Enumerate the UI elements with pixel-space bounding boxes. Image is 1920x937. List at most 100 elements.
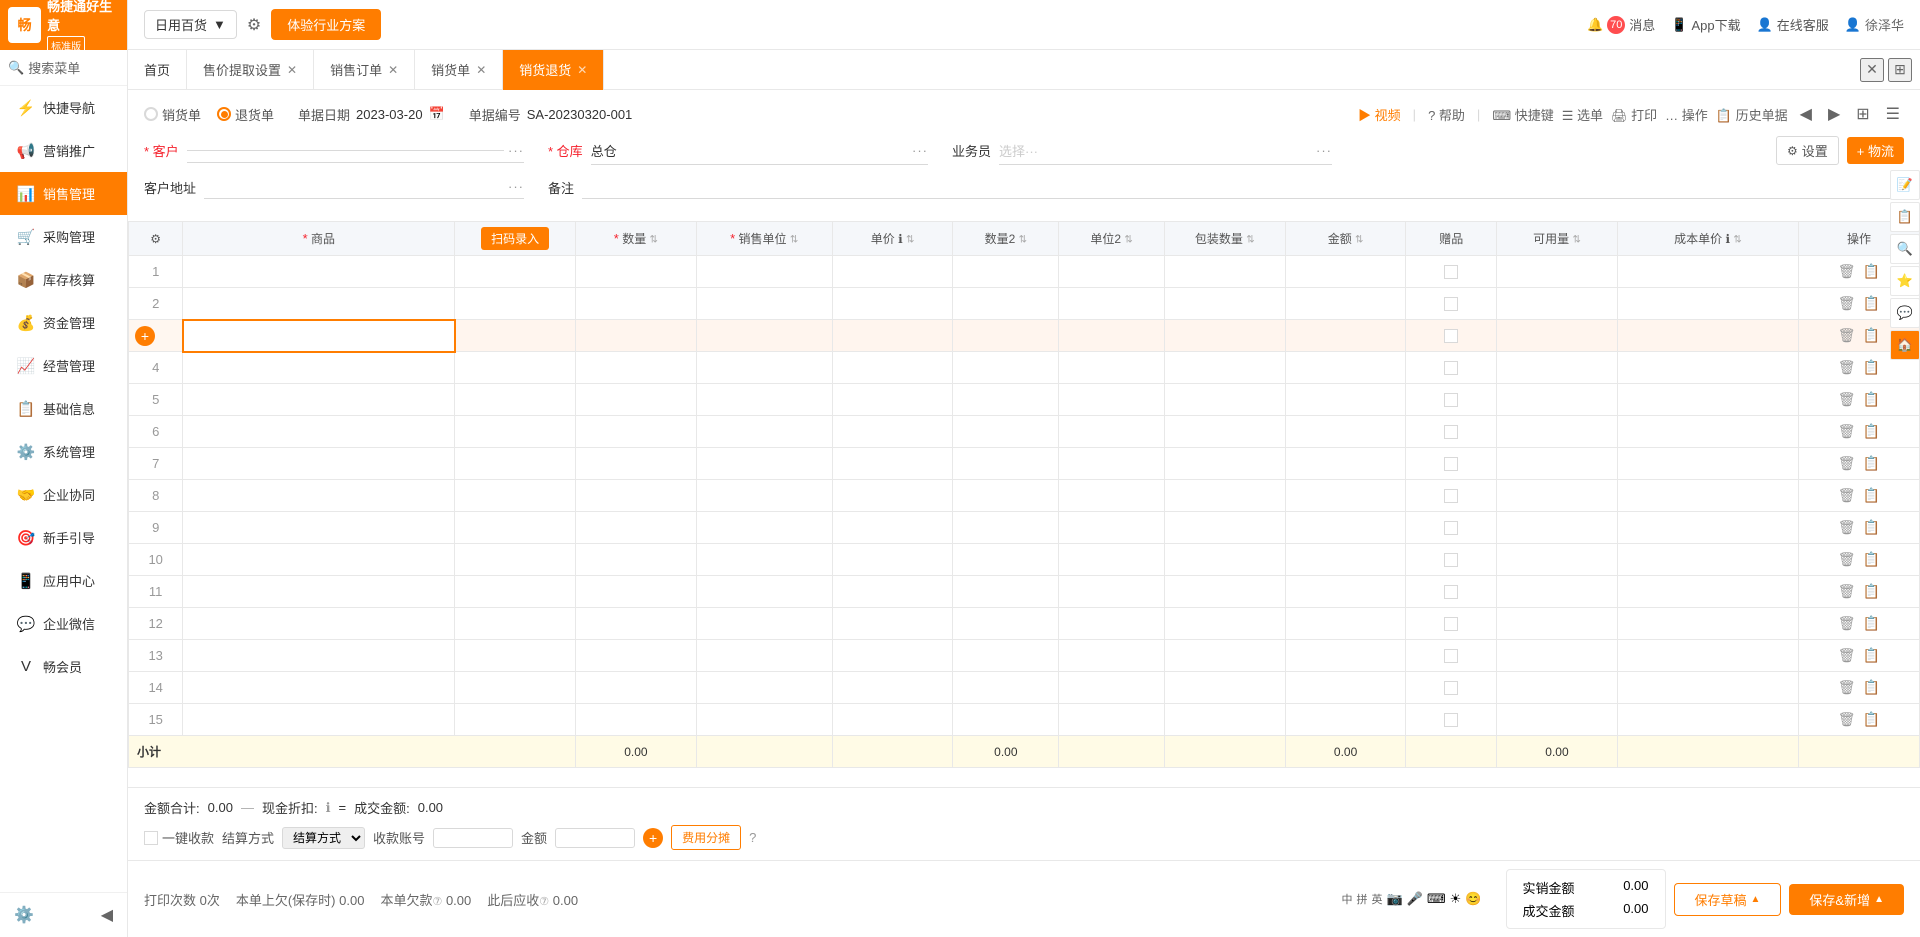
sidebar-item-system[interactable]: ⚙️ 系统管理: [0, 430, 127, 473]
toolbar-print[interactable]: 🖨 打印: [1611, 105, 1657, 124]
sidebar-item-basic[interactable]: 📋 基础信息: [0, 387, 127, 430]
remark-input[interactable]: [582, 175, 1904, 199]
settlement-method-select[interactable]: 结算方式: [282, 827, 365, 849]
user-menu[interactable]: 👤 徐泽华: [1845, 15, 1904, 34]
delete-row-button[interactable]: 🗑: [1836, 261, 1858, 282]
salesperson-input[interactable]: 选择··· ···: [999, 137, 1332, 165]
copy-row-button[interactable]: 📋: [1861, 645, 1882, 666]
sidebar-item-sales[interactable]: 📊 销售管理: [0, 172, 127, 215]
gift-checkbox[interactable]: [1444, 489, 1458, 503]
fee-split-button[interactable]: 费用分摊: [671, 825, 741, 850]
delete-row-button[interactable]: 🗑: [1836, 389, 1858, 410]
product-cell[interactable]: [183, 288, 455, 320]
sidebar-item-operation[interactable]: 📈 经营管理: [0, 344, 127, 387]
sidebar-item-shortcut[interactable]: ⚡ 快捷导航: [0, 86, 127, 129]
copy-row-button[interactable]: 📋: [1861, 325, 1882, 346]
toolbar-select[interactable]: ☰ 选单: [1562, 105, 1603, 124]
product-cell[interactable]: [183, 512, 455, 544]
copy-row-button[interactable]: 📋: [1861, 261, 1882, 282]
delete-row-button[interactable]: 🗑: [1836, 677, 1858, 698]
copy-row-button[interactable]: 📋: [1861, 709, 1882, 730]
gift-checkbox[interactable]: [1444, 617, 1458, 631]
sidebar-item-wechat[interactable]: 💬 企业微信: [0, 602, 127, 645]
delete-row-button[interactable]: 🗑: [1836, 613, 1858, 634]
sidebar-collapse-button[interactable]: ◀: [97, 903, 117, 927]
gift-checkbox[interactable]: [1444, 713, 1458, 727]
save-draft-button[interactable]: 保存草稿 ▲: [1674, 883, 1782, 916]
product-cell[interactable]: [183, 672, 455, 704]
tab-close-sales-return[interactable]: ✕: [577, 63, 587, 77]
copy-row-button[interactable]: 📋: [1861, 421, 1882, 442]
tab-close-price-settings[interactable]: ✕: [287, 63, 297, 77]
product-input[interactable]: [190, 329, 448, 343]
product-cell[interactable]: [183, 256, 455, 288]
online-service-button[interactable]: 👤 在线客服: [1757, 15, 1829, 34]
copy-row-button[interactable]: 📋: [1861, 581, 1882, 602]
product-cell[interactable]: [183, 480, 455, 512]
copy-row-button[interactable]: 📋: [1861, 613, 1882, 634]
copy-row-button[interactable]: 📋: [1861, 453, 1882, 474]
tab-close-sales-delivery[interactable]: ✕: [476, 63, 486, 77]
sidebar-item-member[interactable]: V 畅会员: [0, 645, 127, 688]
customer-input[interactable]: ···: [187, 139, 524, 163]
delete-row-button[interactable]: 🗑: [1836, 357, 1858, 378]
gift-checkbox[interactable]: [1444, 457, 1458, 471]
delete-row-button[interactable]: 🗑: [1836, 485, 1858, 506]
float-icon-4[interactable]: ⭐: [1890, 266, 1920, 296]
float-icon-3[interactable]: 🔍: [1890, 234, 1920, 264]
app-download-button[interactable]: 📱 App下载: [1671, 15, 1740, 34]
toolbar-operation[interactable]: … 操作: [1665, 105, 1708, 124]
add-logistics-button[interactable]: + 物流: [1847, 137, 1904, 164]
product-cell[interactable]: [183, 704, 455, 736]
toolbar-video[interactable]: ▶ 视频: [1358, 105, 1401, 124]
delete-row-button[interactable]: 🗑: [1836, 581, 1858, 602]
sidebar-item-enterprise[interactable]: 🤝 企业协同: [0, 473, 127, 516]
sidebar-item-finance[interactable]: 💰 资金管理: [0, 301, 127, 344]
toolbar-history[interactable]: 📋 历史单据: [1716, 105, 1788, 124]
toolbar-help[interactable]: ? 帮助: [1428, 105, 1465, 124]
search-menu-item[interactable]: 🔍 搜索菜单: [0, 50, 127, 86]
warehouse-input[interactable]: 总仓 ···: [591, 137, 928, 165]
settings-button[interactable]: ⚙ 设置: [1776, 136, 1839, 165]
copy-row-button[interactable]: 📋: [1861, 485, 1882, 506]
amount-input[interactable]: [555, 828, 635, 848]
customer-address-input[interactable]: ···: [204, 175, 524, 199]
toolbar-shortcut[interactable]: ⌨ 快捷键: [1492, 105, 1553, 124]
copy-row-button[interactable]: 📋: [1861, 677, 1882, 698]
delete-row-button[interactable]: 🗑: [1836, 645, 1858, 666]
copy-row-button[interactable]: 📋: [1861, 293, 1882, 314]
tab-sales-delivery[interactable]: 销货单 ✕: [415, 50, 503, 90]
next-record-button[interactable]: ▶: [1824, 102, 1844, 126]
delete-row-button[interactable]: 🗑: [1836, 325, 1858, 346]
tab-sales-return[interactable]: 销货退货 ✕: [503, 50, 604, 90]
tab-price-settings[interactable]: 售价提取设置 ✕: [187, 50, 314, 90]
float-icon-5[interactable]: 💬: [1890, 298, 1920, 328]
tab-close-sales-order[interactable]: ✕: [388, 63, 398, 77]
calendar-icon[interactable]: 📅: [429, 106, 445, 122]
copy-row-button[interactable]: 📋: [1861, 357, 1882, 378]
product-cell[interactable]: [183, 416, 455, 448]
tab-home[interactable]: 首页: [128, 50, 187, 90]
sidebar-item-inventory[interactable]: 📦 库存核算: [0, 258, 127, 301]
radio-sales[interactable]: 销货单: [144, 105, 201, 124]
save-new-button[interactable]: 保存&新增 ▲: [1789, 884, 1904, 915]
prev-record-button[interactable]: ◀: [1796, 102, 1816, 126]
payment-checkbox[interactable]: [144, 831, 158, 845]
col-settings[interactable]: ⚙: [129, 222, 183, 256]
close-all-tabs-button[interactable]: ✕: [1860, 58, 1884, 82]
gift-checkbox[interactable]: [1444, 681, 1458, 695]
add-row-cell[interactable]: +: [129, 320, 183, 352]
one-click-payment-checkbox[interactable]: 一键收款: [144, 828, 214, 847]
message-button[interactable]: 🔔 70 消息: [1587, 15, 1655, 34]
delete-row-button[interactable]: 🗑: [1836, 709, 1858, 730]
gift-checkbox[interactable]: [1444, 329, 1458, 343]
gift-checkbox[interactable]: [1444, 297, 1458, 311]
sidebar-item-newbie[interactable]: 🎯 新手引导: [0, 516, 127, 559]
cash-discount-info[interactable]: ℹ: [326, 800, 331, 816]
gift-checkbox[interactable]: [1444, 553, 1458, 567]
sidebar-item-marketing[interactable]: 📢 营销推广: [0, 129, 127, 172]
copy-row-button[interactable]: 📋: [1861, 389, 1882, 410]
sidebar-item-apps[interactable]: 📱 应用中心: [0, 559, 127, 602]
sidebar-item-purchase[interactable]: 🛒 采购管理: [0, 215, 127, 258]
scan-input-button[interactable]: 扫码录入: [481, 227, 549, 250]
